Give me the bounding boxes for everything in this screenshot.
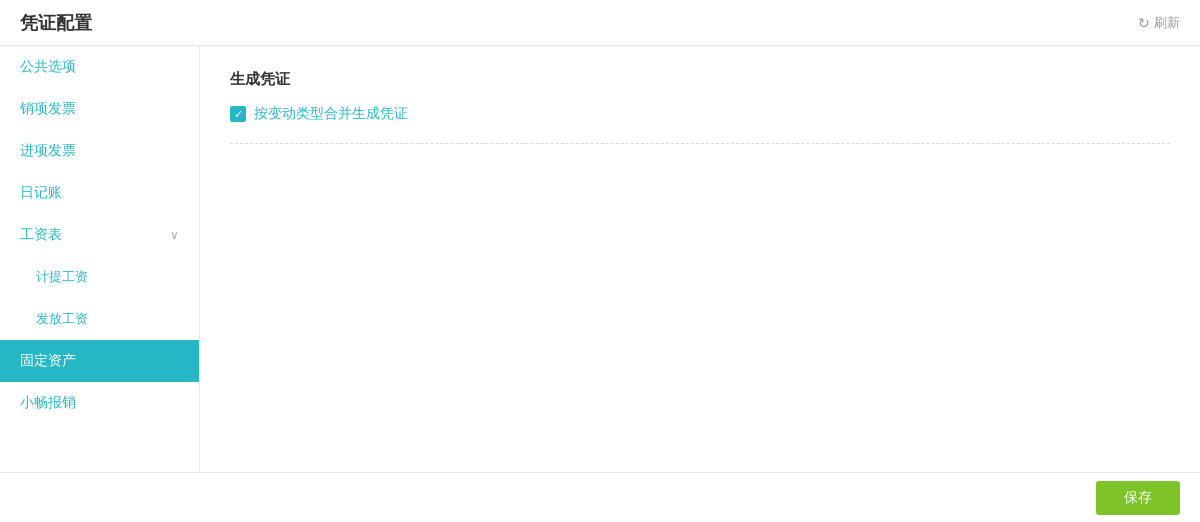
page-title: 凭证配置 [20,11,92,35]
sidebar-item-payroll-release[interactable]: 发放工资 [0,298,199,340]
merge-checkbox[interactable]: ✓ [230,106,246,122]
refresh-label: 刷新 [1154,14,1180,32]
sidebar-item-payroll-calc[interactable]: 计提工资 [0,256,199,298]
sidebar-item-sales-invoice[interactable]: 销项发票 [0,88,199,130]
save-button[interactable]: 保存 [1096,481,1180,515]
sidebar-item-public[interactable]: 公共选项 [0,46,199,88]
sidebar-item-journal[interactable]: 日记账 [0,172,199,214]
sidebar-item-label: 工资表 [20,226,62,244]
sidebar-item-payroll[interactable]: 工资表 ∨ [0,214,199,256]
sidebar-item-label: 小畅报销 [20,394,76,412]
sidebar: 公共选项销项发票进项发票日记账工资表 ∨ 计提工资发放工资固定资产小畅报销 [0,46,200,472]
content-area: 生成凭证 ✓ 按变动类型合并生成凭证 [200,46,1200,472]
check-icon: ✓ [234,109,243,120]
chevron-down-icon: ∨ [170,228,179,242]
sidebar-item-label: 发放工资 [36,310,88,328]
header: 凭证配置 ↻ 刷新 [0,0,1200,46]
section-divider [230,143,1170,144]
checkbox-label: 按变动类型合并生成凭证 [254,105,408,123]
sidebar-item-label: 固定资产 [20,352,76,370]
sidebar-item-fixed-assets[interactable]: 固定资产 [0,340,199,382]
sidebar-item-label: 进项发票 [20,142,76,160]
sidebar-item-label: 日记账 [20,184,62,202]
refresh-button[interactable]: ↻ 刷新 [1138,14,1180,32]
section-title: 生成凭证 [230,70,1170,89]
main-container: 公共选项销项发票进项发票日记账工资表 ∨ 计提工资发放工资固定资产小畅报销 生成凭证… [0,46,1200,472]
checkbox-row: ✓ 按变动类型合并生成凭证 [230,105,1170,123]
sidebar-item-purchase-invoice[interactable]: 进项发票 [0,130,199,172]
sidebar-item-label: 计提工资 [36,268,88,286]
refresh-icon: ↻ [1138,15,1150,31]
sidebar-item-expense[interactable]: 小畅报销 [0,382,199,424]
sidebar-item-label: 公共选项 [20,58,76,76]
footer: 保存 [0,472,1200,522]
sidebar-item-label: 销项发票 [20,100,76,118]
